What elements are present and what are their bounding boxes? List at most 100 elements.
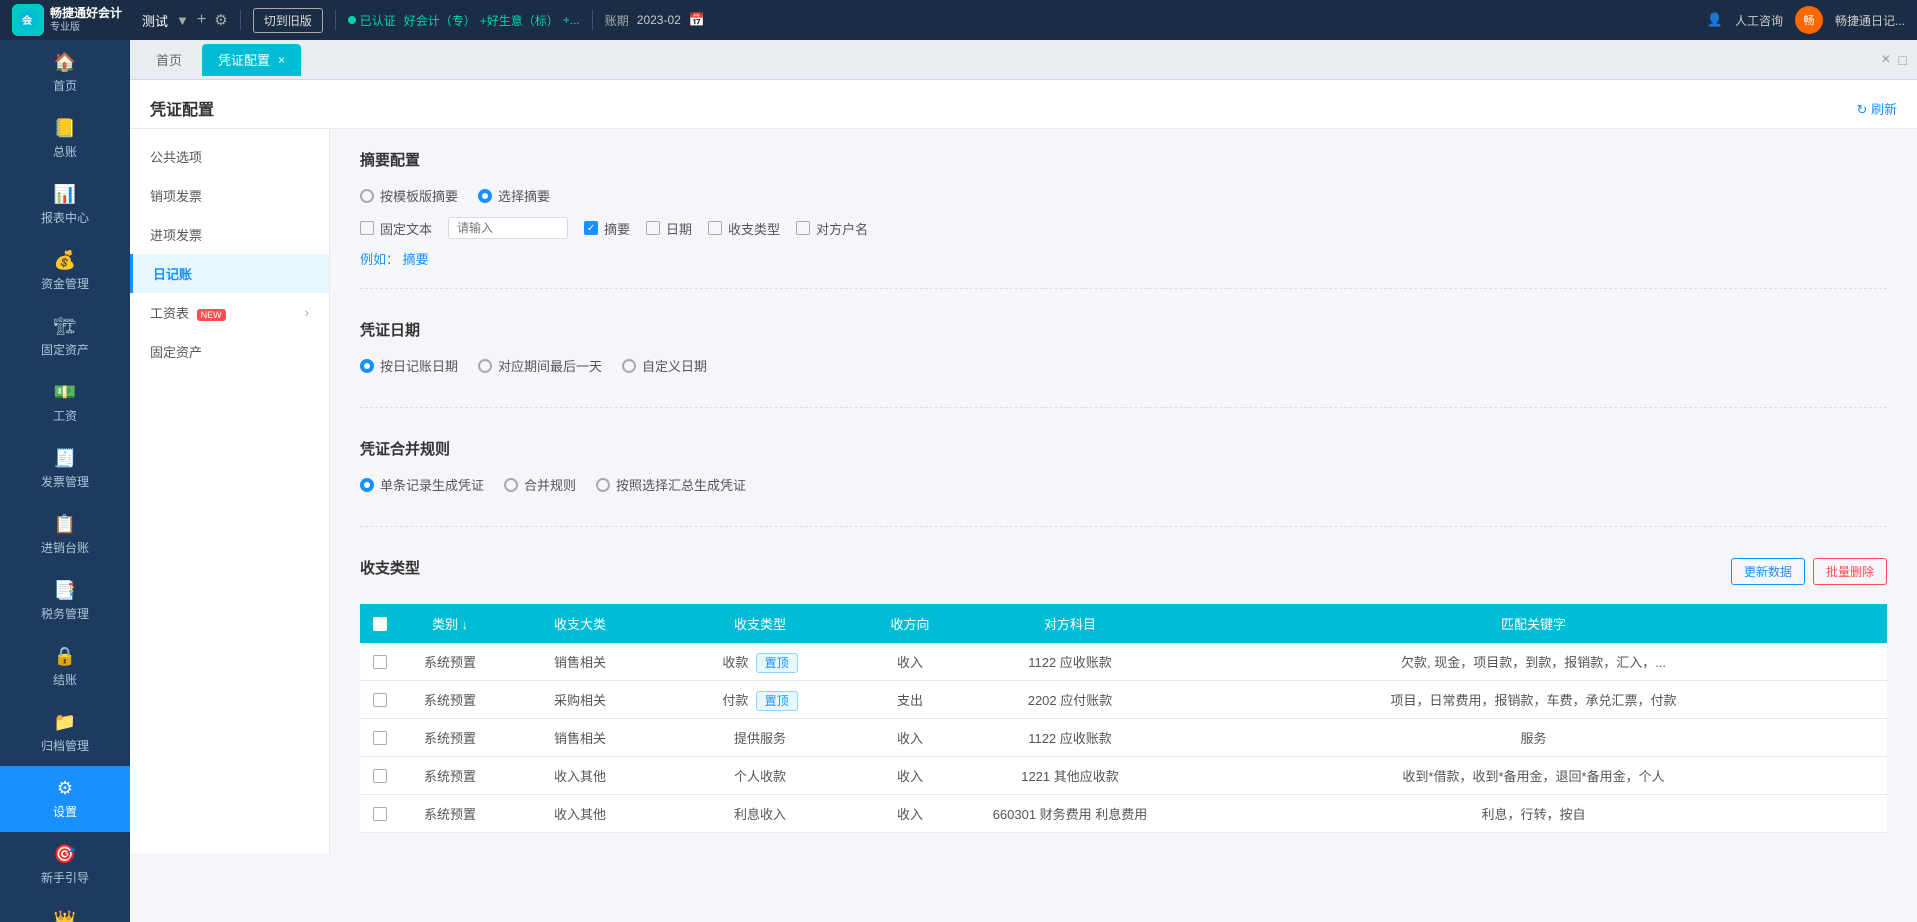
row-bigtype-1: 销售相关: [500, 643, 660, 681]
radio-single-record[interactable]: 单条记录生成凭证: [360, 475, 484, 494]
config-sidebar: 公共选项 销项发票 进项发票 日记账 工资表 NEW: [130, 129, 330, 853]
sidebar-item-newbie[interactable]: 🎯 新手引导: [0, 832, 130, 898]
sidebar-item-ledger[interactable]: 📒 总账: [0, 106, 130, 172]
row-type-1: 收款 置顶: [660, 643, 860, 681]
member-icon: 👑: [54, 910, 76, 922]
add-icon[interactable]: +: [197, 11, 206, 29]
radio-template[interactable]: 按模板版摘要: [360, 186, 458, 205]
tab-config[interactable]: 凭证配置 ×: [202, 44, 301, 76]
archive-icon: 📁: [54, 712, 76, 733]
settings-nav-icon: ⚙: [57, 778, 73, 799]
config-sidebar-fixed-assets[interactable]: 固定资产: [130, 332, 329, 371]
avatar: 畅: [1795, 6, 1823, 34]
newbie-icon: 🎯: [54, 844, 76, 865]
row-check-3[interactable]: [360, 719, 400, 757]
payroll-arrow-icon: ›: [305, 305, 309, 320]
th-category: 类别 ↓: [400, 604, 500, 643]
cert-status: 已认证: [348, 12, 396, 29]
toptag-1[interactable]: 置顶: [756, 653, 798, 673]
table-row: 系统预置 采购相关 付款 置顶 支出 2202 应付账款 项目，日常费用，报销款…: [360, 681, 1887, 719]
checkbox-type[interactable]: 收支类型: [708, 219, 780, 238]
row-check-4[interactable]: [360, 757, 400, 795]
checkbox-summary[interactable]: ✓ 摘要: [584, 219, 630, 238]
row-type-3: 提供服务: [660, 719, 860, 757]
fixed-text-input[interactable]: [448, 217, 568, 239]
sidebar-item-invoice[interactable]: 🧾 发票管理: [0, 436, 130, 502]
radio-period-last[interactable]: 对应期间最后一天: [478, 356, 602, 375]
tab-home[interactable]: 首页: [140, 44, 198, 76]
sidebar-item-home[interactable]: 🏠 首页: [0, 40, 130, 106]
window-max-btn[interactable]: □: [1899, 52, 1907, 68]
config-sidebar-purchase-invoice[interactable]: 进项发票: [130, 215, 329, 254]
purchase-icon: 📋: [54, 514, 76, 535]
update-data-btn[interactable]: 更新数据: [1731, 558, 1805, 585]
svg-text:会: 会: [22, 14, 32, 27]
select-all-checkbox[interactable]: [373, 617, 387, 631]
sidebar-item-reports[interactable]: 📊 报表中心: [0, 172, 130, 238]
sidebar-item-settings[interactable]: ⚙ 设置: [0, 766, 130, 832]
row-check-1[interactable]: [360, 643, 400, 681]
batch-delete-btn[interactable]: 批量删除: [1813, 558, 1887, 585]
period-label: 账期: [605, 12, 629, 29]
switch-old-btn[interactable]: 切到旧版: [253, 8, 323, 33]
config-sidebar-sales-invoice[interactable]: 销项发票: [130, 176, 329, 215]
th-direction: 收方向: [860, 604, 960, 643]
service-btn[interactable]: 人工咨询: [1735, 12, 1783, 29]
checkbox-date[interactable]: 日期: [646, 219, 692, 238]
settings-icon[interactable]: ⚙: [214, 11, 227, 29]
config-sidebar-payroll[interactable]: 工资表 NEW ›: [130, 293, 329, 332]
radio-merge-rules[interactable]: 合并规则: [504, 475, 576, 494]
summary-radio-group: 按模板版摘要 选择摘要: [360, 186, 1887, 205]
row-direction-4: 收入: [860, 757, 960, 795]
tab-close-btn[interactable]: ×: [278, 53, 285, 67]
row-account-2: 2202 应付账款: [960, 681, 1180, 719]
checkbox-counterpart[interactable]: 对方户名: [796, 219, 868, 238]
calendar-icon[interactable]: 📅: [689, 12, 705, 28]
th-checkbox[interactable]: [360, 604, 400, 643]
radio-circle-merge: [504, 478, 518, 492]
radio-journal-date[interactable]: 按日记账日期: [360, 356, 458, 375]
row-check-5[interactable]: [360, 795, 400, 833]
refresh-btn[interactable]: ↻ 刷新: [1856, 99, 1897, 118]
sidebar-item-salary[interactable]: 💵 工资: [0, 370, 130, 436]
row-check-2[interactable]: [360, 681, 400, 719]
window-controls: × □: [1881, 51, 1907, 69]
config-sidebar-public[interactable]: 公共选项: [130, 137, 329, 176]
toptag-2[interactable]: 置顶: [756, 691, 798, 711]
config-sidebar-journal[interactable]: 日记账: [130, 254, 329, 293]
radio-circle-template: [360, 189, 374, 203]
row-type-2: 付款 置顶: [660, 681, 860, 719]
sidebar-item-tax[interactable]: 📑 税务管理: [0, 568, 130, 634]
row-bigtype-2: 采购相关: [500, 681, 660, 719]
radio-circle-period-last: [478, 359, 492, 373]
row-keyword-1: 欠款, 现金，项目款，到款，报销款，汇入，...: [1180, 643, 1887, 681]
radio-circle-summary: [596, 478, 610, 492]
row-category-2: 系统预置: [400, 681, 500, 719]
row-account-5: 660301 财务费用 利息费用: [960, 795, 1180, 833]
radio-custom-date[interactable]: 自定义日期: [622, 356, 707, 375]
radio-circle-select: [478, 189, 492, 203]
app-brand: 畅捷通好会计: [50, 6, 122, 22]
checkbox-box-fixed: [360, 221, 374, 235]
sidebar-item-member[interactable]: 👑 畅会员: [0, 898, 130, 922]
radio-select[interactable]: 选择摘要: [478, 186, 550, 205]
sidebar-item-funds[interactable]: 💰 资金管理: [0, 238, 130, 304]
checkbox-fixed-text[interactable]: 固定文本: [360, 219, 432, 238]
app-edition: 专业版: [50, 21, 122, 34]
window-close-btn[interactable]: ×: [1881, 51, 1890, 69]
tab-home-label: 首页: [156, 50, 182, 69]
sidebar-label-newbie: 新手引导: [41, 869, 89, 886]
radio-select-summary[interactable]: 按照选择汇总生成凭证: [596, 475, 746, 494]
row-type-4: 个人收款: [660, 757, 860, 795]
sidebar-item-archive[interactable]: 📁 归档管理: [0, 700, 130, 766]
row-direction-3: 收入: [860, 719, 960, 757]
radio-circle-single: [360, 478, 374, 492]
row-category-3: 系统预置: [400, 719, 500, 757]
sidebar-item-purchase[interactable]: 📋 进销台账: [0, 502, 130, 568]
new-badge: NEW: [197, 309, 226, 321]
sidebar-item-assets[interactable]: 🏗 固定资产: [0, 304, 130, 370]
dropdown-icon[interactable]: ▼: [176, 13, 189, 28]
ledger-icon: 📒: [54, 118, 76, 139]
sidebar-item-close[interactable]: 🔒 结账: [0, 634, 130, 700]
income-expense-section: 收支类型 更新数据 批量删除: [360, 557, 1887, 833]
